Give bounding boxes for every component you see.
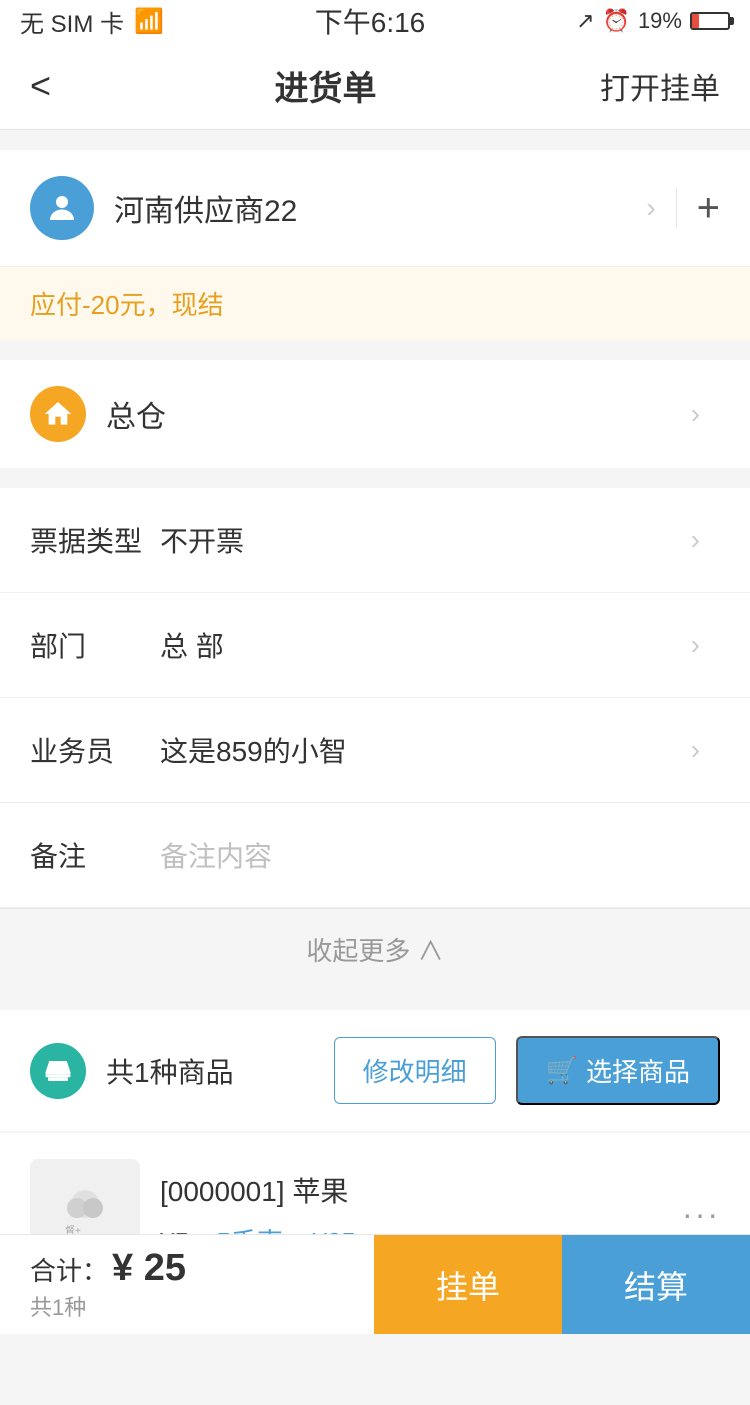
status-right: ↗ ⏰ 19% [576,8,730,34]
remark-input[interactable]: 备注内容 [160,835,720,875]
page-title: 进货单 [275,61,377,110]
ticket-type-value: 不开票 [160,520,691,560]
form-section: 票据类型 不开票 › 部门 总 部 › 业务员 这是859的小智 › 备注 备注… [0,488,750,908]
total-sub: 共1种 [30,1290,374,1322]
warehouse-row[interactable]: 总仓 › [0,360,750,468]
section-gap-2 [0,340,750,360]
salesperson-row[interactable]: 业务员 这是859的小智 › [0,698,750,803]
checkout-button[interactable]: 结算 [562,1235,750,1334]
warehouse-name: 总仓 [106,392,691,436]
product-code: [0000001] [160,1176,285,1207]
ticket-type-label: 票据类型 [30,520,160,560]
ticket-type-row[interactable]: 票据类型 不开票 › [0,488,750,593]
remark-label: 备注 [30,835,160,875]
status-bar: 无 SIM 卡 📶 下午6:16 ↗ ⏰ 19% [0,0,750,42]
time-display: 下午6:16 [315,1,426,41]
section-gap-3 [0,468,750,488]
supplier-avatar [30,176,94,240]
battery-percent: 19% [638,8,682,34]
checkout-label: 结算 [624,1262,688,1308]
back-button[interactable]: < [30,65,51,107]
select-product-icon: 🛒 [546,1055,578,1086]
department-chevron-icon: › [691,629,700,661]
battery-icon [690,12,730,30]
total-amount: ¥ 25 [112,1247,186,1290]
product-name: [0000001] 苹果 [160,1170,662,1210]
products-header: 共1种商品 修改明细 🛒 选择商品 [0,1010,750,1131]
select-product-label: 选择商品 [586,1052,690,1089]
location-icon: ↗ [576,8,594,34]
warehouse-icon [30,386,86,442]
supplier-name: 河南供应商22 [114,186,646,230]
alert-bar: 应付-20元，现结 [0,267,750,340]
alarm-icon: ⏰ [603,8,630,34]
collapse-label: 收起更多 ∧ [306,936,443,966]
alert-text: 应付-20元，现结 [30,290,224,320]
product-title: 苹果 [292,1176,348,1207]
department-label: 部门 [30,625,160,665]
product-count-icon [30,1043,86,1099]
edit-detail-button[interactable]: 修改明细 [334,1037,496,1104]
salesperson-chevron-icon: › [691,734,700,766]
product-count-text: 共1种商品 [106,1051,314,1091]
department-row[interactable]: 部门 总 部 › [0,593,750,698]
total-label: 合计： [30,1251,108,1288]
status-left: 无 SIM 卡 📶 [20,4,164,39]
salesperson-label: 业务员 [30,730,160,770]
section-gap-1 [0,130,750,150]
warehouse-chevron-icon: › [691,398,700,430]
vertical-divider [676,188,677,228]
wifi-icon: 📶 [134,7,164,36]
select-product-button[interactable]: 🛒 选择商品 [516,1036,720,1105]
ticket-type-chevron-icon: › [691,524,700,556]
supplier-chevron-icon: › [646,192,655,224]
carrier-text: 无 SIM 卡 [20,4,124,39]
open-hang-button[interactable]: 打开挂单 [600,64,720,108]
remark-row[interactable]: 备注 备注内容 [0,803,750,908]
hang-label: 挂单 [436,1262,500,1308]
total-section: 合计： ¥ 25 共1种 [0,1235,374,1334]
nav-bar: < 进货单 打开挂单 [0,42,750,130]
add-supplier-button[interactable]: + [697,186,720,231]
bottom-bar: 合计： ¥ 25 共1种 挂单 结算 [0,1234,750,1334]
battery-fill [692,14,699,28]
collapse-bar[interactable]: 收起更多 ∧ [0,908,750,990]
department-value: 总 部 [160,625,691,665]
supplier-section: 河南供应商22 › + 应付-20元，现结 [0,150,750,340]
hang-button[interactable]: 挂单 [374,1235,562,1334]
more-button[interactable]: ··· [682,1196,720,1233]
salesperson-value: 这是859的小智 [160,730,691,770]
supplier-row[interactable]: 河南供应商22 › + [0,150,750,267]
